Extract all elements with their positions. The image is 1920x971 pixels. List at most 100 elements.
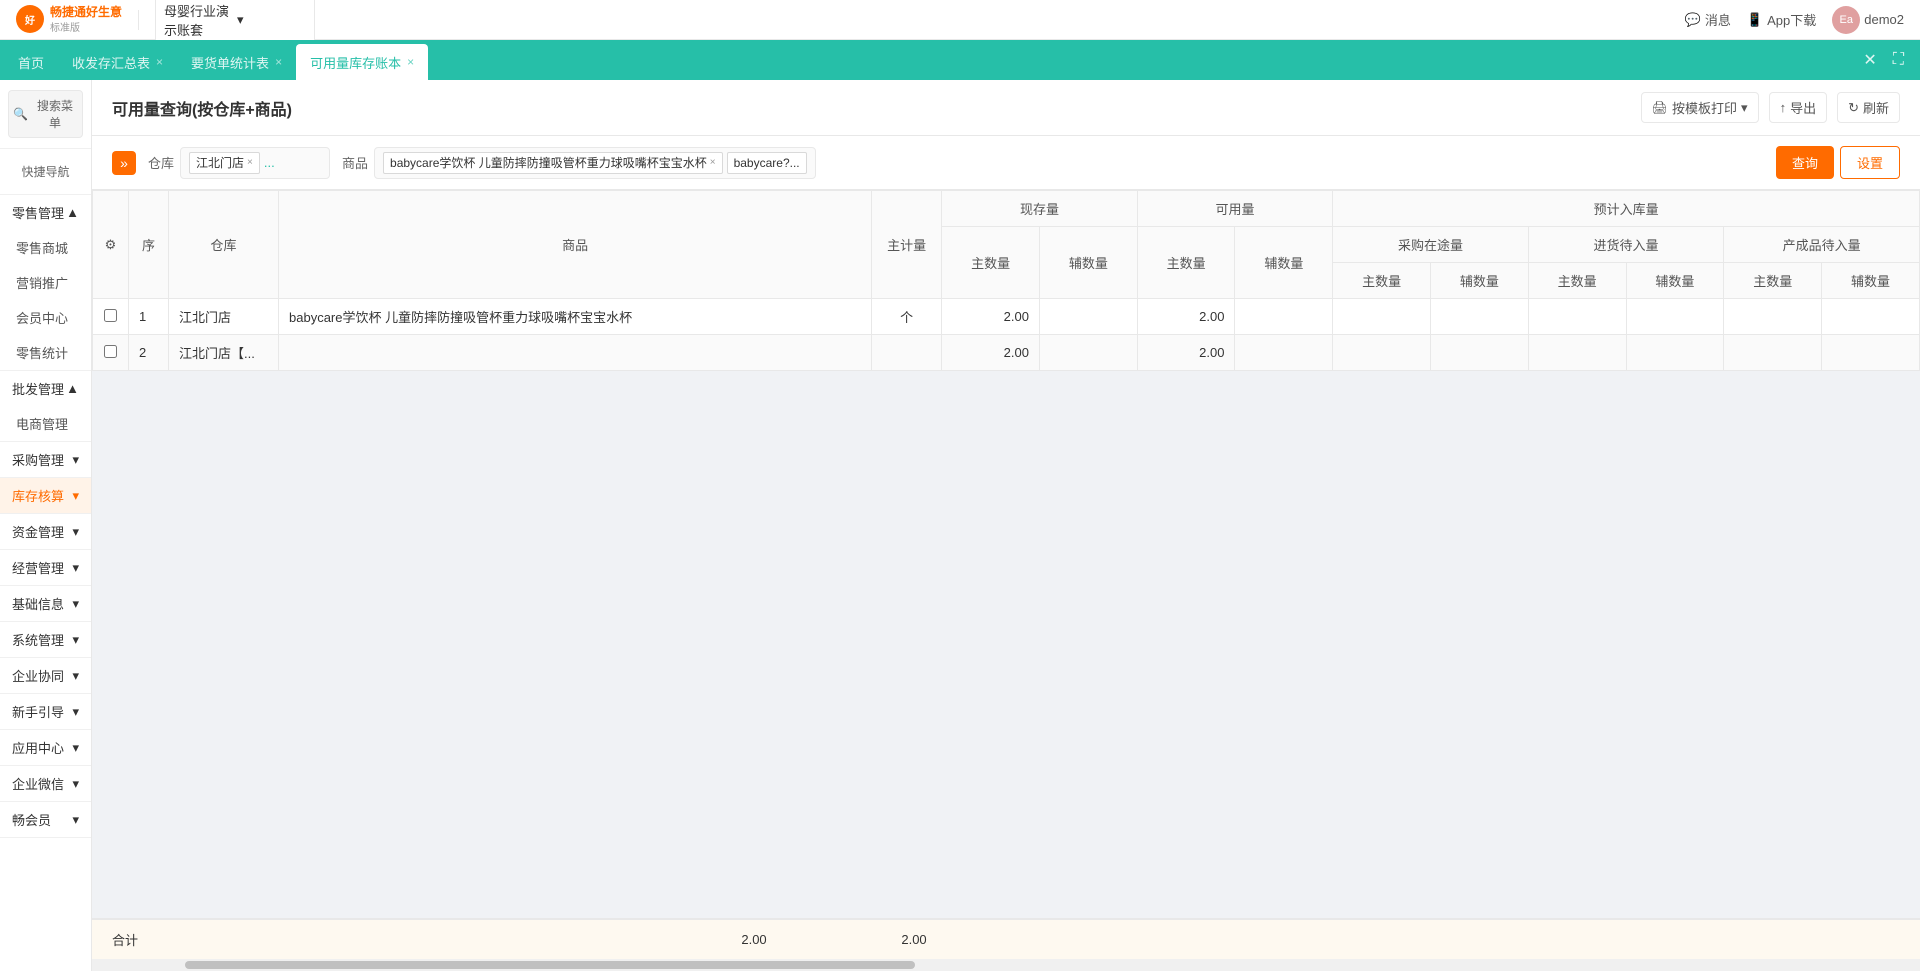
table-row: 1 江北门店 babycare学饮杯 儿童防摔防撞吸管杯重力球吸嘴杯宝宝水杯 个… (93, 299, 1920, 335)
user-menu[interactable]: Ea demo2 (1832, 6, 1904, 34)
td-unit-1: 个 (872, 299, 942, 335)
sidebar-item-retail-mall[interactable]: 零售商城 (0, 230, 91, 265)
sidebar-item-retail-stats[interactable]: 零售统计 (0, 335, 91, 370)
filter-warehouse-group: 仓库 江北门店 × ... (148, 147, 330, 179)
sidebar-section-wechat-header[interactable]: 企业微信 ▾ (0, 766, 91, 801)
avatar: Ea (1832, 6, 1860, 34)
td-inbound-main-1 (1528, 299, 1626, 335)
sidebar-section-enterprise-header[interactable]: 企业协同 ▾ (0, 658, 91, 693)
expand-icon: » (120, 155, 128, 171)
query-button[interactable]: 查询 (1776, 146, 1834, 179)
td-checkbox-1[interactable] (93, 299, 129, 335)
td-purchase-main-1 (1333, 299, 1431, 335)
tab-available[interactable]: 可用量库存账本 × (296, 44, 428, 80)
finance-label: 资金管理 (12, 522, 64, 541)
product-tag-2-value: babycare?... (734, 156, 800, 170)
sidebar-item-marketing[interactable]: 营销推广 (0, 265, 91, 300)
export-icon: ↑ (1780, 100, 1787, 115)
td-purchase-aux-1 (1431, 299, 1529, 335)
filter-product-group: 商品 babycare学饮杯 儿童防摔防撞吸管杯重力球吸嘴杯宝宝水杯 × bab… (342, 147, 816, 179)
sidebar-section-system-header[interactable]: 系统管理 ▾ (0, 622, 91, 657)
product-filter-label: 商品 (342, 153, 368, 172)
th-warehouse: 仓库 (169, 191, 279, 299)
store-selector[interactable]: 母婴行业演示账套 ▾ (155, 0, 315, 44)
row-checkbox-2[interactable] (104, 345, 117, 358)
th-inbound-pending: 进货待入量 (1528, 227, 1724, 263)
filter-expand-button[interactable]: » (112, 151, 136, 175)
sidebar-section-purchase-header[interactable]: 采购管理 ▾ (0, 442, 91, 477)
warehouse-filter-more[interactable]: ... (264, 155, 275, 170)
filter-bar: » 仓库 江北门店 × ... 商品 babycare学饮杯 儿童防摔防撞吸管杯… (92, 136, 1920, 190)
page-actions: 🖨 按模板打印 ▾ ↑ 导出 ↻ 刷新 (1641, 92, 1901, 123)
tab-fullscreen-button[interactable]: ⛶ (1889, 47, 1908, 73)
th-stock-main: 主数量 (942, 227, 1040, 299)
sidebar-section-wholesale: 批发管理 ▲ 电商管理 (0, 371, 91, 442)
sidebar-section-wholesale-header[interactable]: 批发管理 ▲ (0, 371, 91, 406)
message-button[interactable]: 💬 消息 (1685, 10, 1731, 29)
td-checkbox-2[interactable] (93, 335, 129, 371)
sidebar-item-ecommerce[interactable]: 电商管理 (0, 406, 91, 441)
inventory-label: 库存核算 (12, 486, 64, 505)
content-area: 可用量查询(按仓库+商品) 🖨 按模板打印 ▾ ↑ 导出 ↻ 刷新 (92, 80, 1920, 971)
th-product: 商品 (279, 191, 872, 299)
logo-sub: 标准版 (50, 19, 122, 34)
sidebar-section-retail-header[interactable]: 零售管理 ▲ (0, 195, 91, 230)
sidebar-item-quick-nav[interactable]: 快捷导航 (0, 155, 91, 188)
product-filter-input[interactable]: babycare学饮杯 儿童防摔防撞吸管杯重力球吸嘴杯宝宝水杯 × babyca… (374, 147, 816, 179)
table-container: ⚙ 序 仓库 商品 主计量 现存量 可用量 预计入库量 主数量 辅数量 主数量 (92, 190, 1920, 918)
chevron-down-icon: ▾ (237, 12, 306, 28)
sidebar-section-finance-header[interactable]: 资金管理 ▾ (0, 514, 91, 549)
sidebar-nav: 快捷导航 (0, 149, 91, 195)
logo-icon: 好 (16, 5, 44, 33)
row-checkbox-1[interactable] (104, 309, 117, 322)
tab-close-all-button[interactable]: ✕ (1859, 46, 1880, 74)
settings-icon[interactable]: ⚙ (105, 237, 117, 252)
td-warehouse-2: 江北门店【... (169, 335, 279, 371)
username: demo2 (1864, 12, 1904, 27)
th-current-stock: 现存量 (942, 191, 1138, 227)
refresh-button[interactable]: ↻ 刷新 (1837, 92, 1900, 123)
sidebar-section-operation-header[interactable]: 经营管理 ▾ (0, 550, 91, 585)
table-row: 2 江北门店【... 2.00 2.00 (93, 335, 1920, 371)
sidebar-section-basic-header[interactable]: 基础信息 ▾ (0, 586, 91, 621)
retail-label: 零售管理 (12, 203, 64, 222)
newguide-label: 新手引导 (12, 702, 64, 721)
scroll-thumb[interactable] (185, 961, 915, 969)
sidebar-section-appcenter-header[interactable]: 应用中心 ▾ (0, 730, 91, 765)
tab-receipt-close[interactable]: × (156, 56, 163, 68)
tab-bar: 首页 收发存汇总表 × 要货单统计表 × 可用量库存账本 × ✕ ⛶ (0, 40, 1920, 80)
sidebar-search-area: 🔍 搜索菜单 (0, 80, 91, 149)
sidebar-section-appcenter: 应用中心 ▾ (0, 730, 91, 766)
tab-receipt[interactable]: 收发存汇总表 × (58, 44, 177, 80)
app-download-button[interactable]: 📱 App下载 (1747, 10, 1816, 29)
system-label: 系统管理 (12, 630, 64, 649)
sidebar-section-member: 畅会员 ▾ (0, 802, 91, 838)
sidebar-section-member-header[interactable]: 畅会员 ▾ (0, 802, 91, 837)
export-label: 导出 (1790, 98, 1816, 117)
sidebar-item-members[interactable]: 会员中心 (0, 300, 91, 335)
download-icon: 📱 (1747, 12, 1763, 28)
table-footer: 合计 2.00 2.00 (92, 918, 1920, 959)
setting-button[interactable]: 设置 (1840, 146, 1900, 179)
tab-order[interactable]: 要货单统计表 × (177, 44, 296, 80)
search-menu-button[interactable]: 🔍 搜索菜单 (8, 90, 83, 138)
footer-values: 2.00 2.00 (158, 932, 1900, 947)
warehouse-filter-input[interactable]: 江北门店 × ... (180, 147, 330, 179)
tab-available-close[interactable]: × (407, 56, 414, 68)
search-icon: 🔍 (13, 107, 28, 121)
tab-order-close[interactable]: × (275, 56, 282, 68)
wholesale-label: 批发管理 (12, 379, 64, 398)
product-tag-1-close[interactable]: × (710, 157, 716, 168)
horizontal-scrollbar[interactable] (92, 959, 1920, 971)
warehouse-tag-close[interactable]: × (247, 157, 253, 168)
sidebar-section-newguide-header[interactable]: 新手引导 ▾ (0, 694, 91, 729)
print-template-button[interactable]: 🖨 按模板打印 ▾ (1641, 92, 1759, 123)
tab-order-label: 要货单统计表 (191, 53, 269, 72)
export-button[interactable]: ↑ 导出 (1769, 92, 1828, 123)
sidebar-section-inventory-header[interactable]: 库存核算 ▾ (0, 478, 91, 513)
td-no-1: 1 (129, 299, 169, 335)
tab-home[interactable]: 首页 (4, 44, 58, 80)
sidebar-section-finance: 资金管理 ▾ (0, 514, 91, 550)
print-icon: 🖨 (1652, 100, 1669, 116)
search-menu-label: 搜索菜单 (32, 97, 78, 131)
